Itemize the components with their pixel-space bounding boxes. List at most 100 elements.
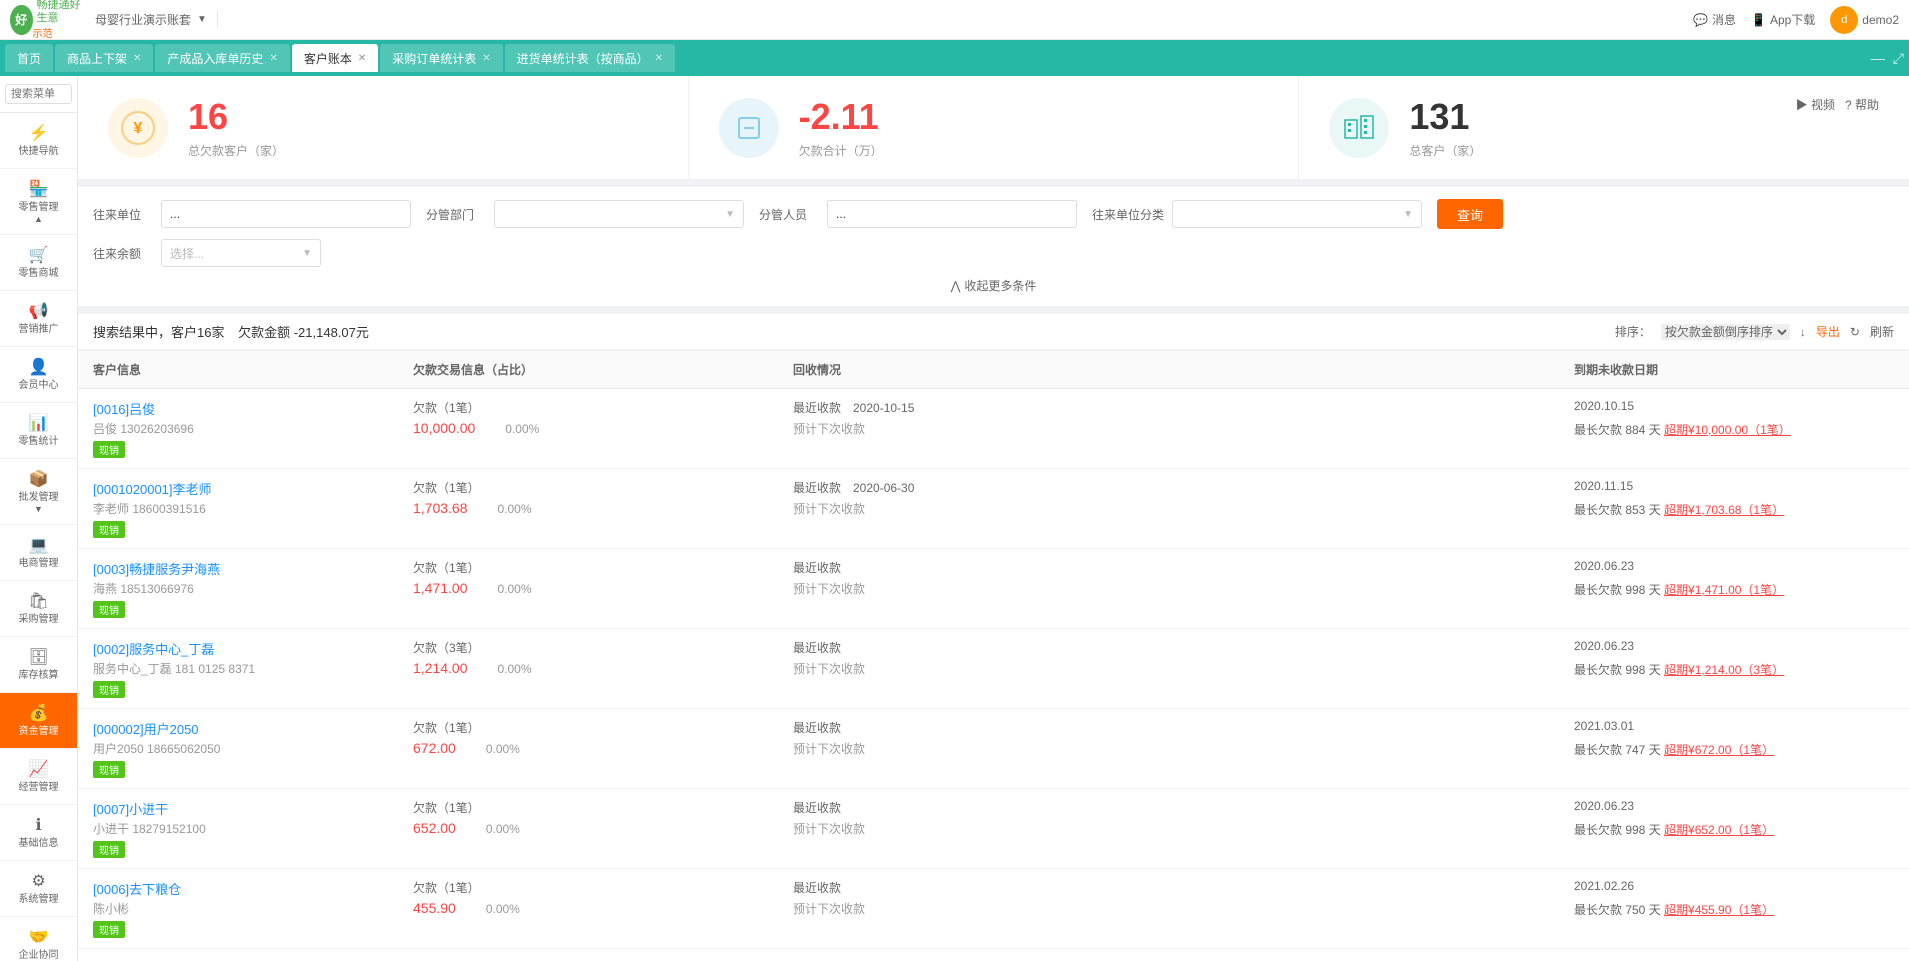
tab-product-up-down-close-icon[interactable]: ✕: [133, 53, 141, 64]
sidebar-item-enterprise-collab[interactable]: 🤝 企业协同: [0, 917, 77, 961]
tab-customer-account-close-icon[interactable]: ✕: [358, 53, 366, 64]
tab-bar-actions: — ⤢: [1871, 50, 1904, 67]
sidebar-item-system-mgmt[interactable]: ⚙ 系统管理: [0, 861, 77, 917]
filter-unit-category-input[interactable]: ▼: [1172, 200, 1422, 228]
video-btn[interactable]: ▶ 视频: [1796, 96, 1835, 113]
overdue-row-2: 2020.06.23 最长欠款 998 天 超期¥1,471.00（1笔）: [1574, 559, 1894, 598]
message-btn[interactable]: 💬 消息: [1693, 11, 1736, 28]
retail-mgmt-icon: 🏪: [29, 179, 49, 199]
overdue-link-3[interactable]: 超期¥1,214.00（3笔）: [1664, 663, 1784, 677]
customer-name-6[interactable]: [0006]去下粮仓: [93, 879, 413, 898]
tab-minimize-icon[interactable]: —: [1871, 50, 1885, 67]
cell-payback-3: 最近收款 预计下次收款: [793, 639, 1574, 677]
table-row[interactable]: [000001]黄思源 黄思源 13552700226 现销 欠款（1笔） 42…: [78, 949, 1909, 961]
filter-balance-input[interactable]: 选择... ▼: [161, 239, 321, 267]
table-row[interactable]: [0006]去下粮仓 陈小彬 现销 欠款（1笔） 455.90 0.00% 最近…: [78, 869, 1909, 949]
debt-percent-4: 0.00%: [486, 742, 520, 756]
overdue-link-5[interactable]: 超期¥652.00（1笔）: [1664, 823, 1774, 837]
tab-purchase-order-close-icon[interactable]: ✕: [482, 53, 490, 64]
tab-inbound-stats-close-icon[interactable]: ✕: [655, 53, 663, 64]
table-row[interactable]: [0002]服务中心_丁磊 服务中心_丁磊 181 0125 8371 现销 欠…: [78, 629, 1909, 709]
app-download-btn[interactable]: 📱 App下载: [1751, 11, 1815, 28]
table-row[interactable]: [0001020001]李老师 李老师 18600391516 现销 欠款（1笔…: [78, 469, 1909, 549]
sidebar-item-basic-info-label: 基础信息: [19, 838, 59, 850]
overdue-date-6: 2021.02.26: [1574, 879, 1894, 893]
sidebar-item-member-center[interactable]: 👤 会员中心: [0, 347, 77, 403]
customer-name-2[interactable]: [0003]畅捷服务尹海燕: [93, 559, 413, 578]
sidebar-search-area: [0, 76, 77, 113]
payback-next-1: 预计下次收款: [793, 500, 1574, 517]
tab-inbound-stats[interactable]: 进货单统计表（按商品） ✕: [505, 44, 675, 72]
customer-name-3[interactable]: [0002]服务中心_丁磊: [93, 639, 413, 658]
cell-payback-2: 最近收款 预计下次收款: [793, 559, 1574, 597]
industry-label: 母婴行业演示账套: [95, 11, 191, 28]
sidebar-item-purchase-mgmt[interactable]: 🛍 采购管理: [0, 581, 77, 637]
filter-manager: 分管人员 ...: [759, 200, 1077, 228]
tab-purchase-order[interactable]: 采购订单统计表 ✕: [380, 44, 502, 72]
payback-date-4: 最近收款: [793, 719, 1574, 736]
basic-info-icon: ℹ: [35, 815, 41, 835]
sidebar-search-input[interactable]: [5, 84, 72, 104]
table-row[interactable]: [0007]小进干 小进干 18279152100 现销 欠款（1笔） 652.…: [78, 789, 1909, 869]
overdue-link-0[interactable]: 超期¥10,000.00（1笔）: [1664, 423, 1791, 437]
tab-customer-account[interactable]: 客户账本 ✕: [292, 44, 378, 72]
customer-name-0[interactable]: [0016]吕俊: [93, 399, 413, 418]
overdue-link-2[interactable]: 超期¥1,471.00（1笔）: [1664, 583, 1784, 597]
export-btn[interactable]: 导出: [1816, 323, 1840, 340]
customer-name-4[interactable]: [000002]用户2050: [93, 719, 413, 738]
collapse-button[interactable]: ⋀ 收起更多条件: [951, 277, 1037, 294]
sidebar-item-basic-info[interactable]: ℹ 基础信息: [0, 805, 77, 861]
batch-mgmt-arrow-icon: ▼: [34, 504, 43, 514]
marketing-icon: 📢: [29, 301, 49, 321]
overdue-link-6[interactable]: 超期¥455.90（1笔）: [1664, 903, 1774, 917]
industry-dropdown[interactable]: 母婴行业演示账套 ▼: [85, 11, 218, 28]
debt-percent-5: 0.00%: [486, 822, 520, 836]
customer-name-5[interactable]: [0007]小进干: [93, 799, 413, 818]
filter-dept-label: 分管部门: [426, 206, 486, 223]
svg-text:¥: ¥: [134, 120, 143, 137]
sidebar-item-ecommerce[interactable]: 💻 电商管理: [0, 525, 77, 581]
filter-dept-input[interactable]: ▼: [494, 200, 744, 228]
overdue-link-4[interactable]: 超期¥672.00（1笔）: [1664, 743, 1774, 757]
filter-manager-input[interactable]: ...: [827, 200, 1077, 228]
cell-customer-3: [0002]服务中心_丁磊 服务中心_丁磊 181 0125 8371 现销: [93, 639, 413, 698]
refresh-btn[interactable]: 刷新: [1870, 323, 1894, 340]
sidebar-item-finance[interactable]: 💰 资金管理: [0, 693, 77, 749]
sidebar-item-quick-nav[interactable]: ⚡ 快捷导航: [0, 113, 77, 169]
cell-payback-6: 最近收款 预计下次收款: [793, 879, 1574, 917]
sidebar-item-inventory[interactable]: 🗄 库存核算: [0, 637, 77, 693]
sidebar-item-retail-mall[interactable]: 🛒 零售商城: [0, 235, 77, 291]
tab-home-label: 首页: [17, 50, 41, 67]
collapse-label: 收起更多条件: [964, 277, 1036, 294]
sidebar-item-retail-mgmt[interactable]: 🏪 零售管理 ▲: [0, 169, 77, 235]
search-button[interactable]: 查询: [1437, 199, 1503, 229]
tab-product-up-down[interactable]: 商品上下架 ✕: [55, 44, 153, 72]
video-icon: ▶: [1796, 98, 1808, 112]
sidebar-item-ops-mgmt[interactable]: 📈 经营管理: [0, 749, 77, 805]
tab-production-history-close-icon[interactable]: ✕: [269, 53, 277, 64]
avatar-icon: d: [1830, 6, 1858, 34]
help-btn[interactable]: ? 帮助: [1845, 96, 1879, 113]
cell-debt-4: 欠款（1笔） 672.00 0.00%: [413, 719, 793, 756]
customer-name-1[interactable]: [0001020001]李老师: [93, 479, 413, 498]
table-row[interactable]: [0003]畅捷服务尹海燕 海燕 18513066976 现销 欠款（1笔） 1…: [78, 549, 1909, 629]
overdue-link-1[interactable]: 超期¥1,703.68（1笔）: [1664, 503, 1784, 517]
filter-from-unit-dots: ...: [170, 207, 180, 221]
table-row[interactable]: [000002]用户2050 用户2050 18665062050 现销 欠款（…: [78, 709, 1909, 789]
tab-maximize-icon[interactable]: ⤢: [1893, 50, 1904, 67]
sidebar-item-marketing-label: 营销推广: [19, 324, 59, 336]
table-row[interactable]: [0016]吕俊 吕俊 13026203696 现销 欠款（1笔） 10,000…: [78, 389, 1909, 469]
tab-production-history[interactable]: 产成品入库单历史 ✕: [155, 44, 289, 72]
filter-from-unit-input[interactable]: ...: [161, 200, 411, 228]
data-table: 客户信息 欠款交易信息（占比） 回收情况 到期未收款日期 [0016]吕俊 吕俊…: [78, 351, 1909, 961]
logo-sub: 示范: [33, 25, 86, 40]
sidebar-item-batch-mgmt[interactable]: 📦 批发管理 ▼: [0, 459, 77, 525]
payback-date-5: 最近收款: [793, 799, 1574, 816]
cell-payback-1: 最近收款 2020-06-30 预计下次收款: [793, 479, 1574, 517]
user-avatar[interactable]: d demo2: [1830, 6, 1899, 34]
sidebar-item-marketing[interactable]: 📢 营销推广: [0, 291, 77, 347]
cell-debt-5: 欠款（1笔） 652.00 0.00%: [413, 799, 793, 836]
sort-select[interactable]: 按欠款金额倒序排序: [1661, 324, 1790, 340]
sidebar-item-retail-stats[interactable]: 📊 零售统计: [0, 403, 77, 459]
tab-home[interactable]: 首页: [5, 44, 53, 72]
